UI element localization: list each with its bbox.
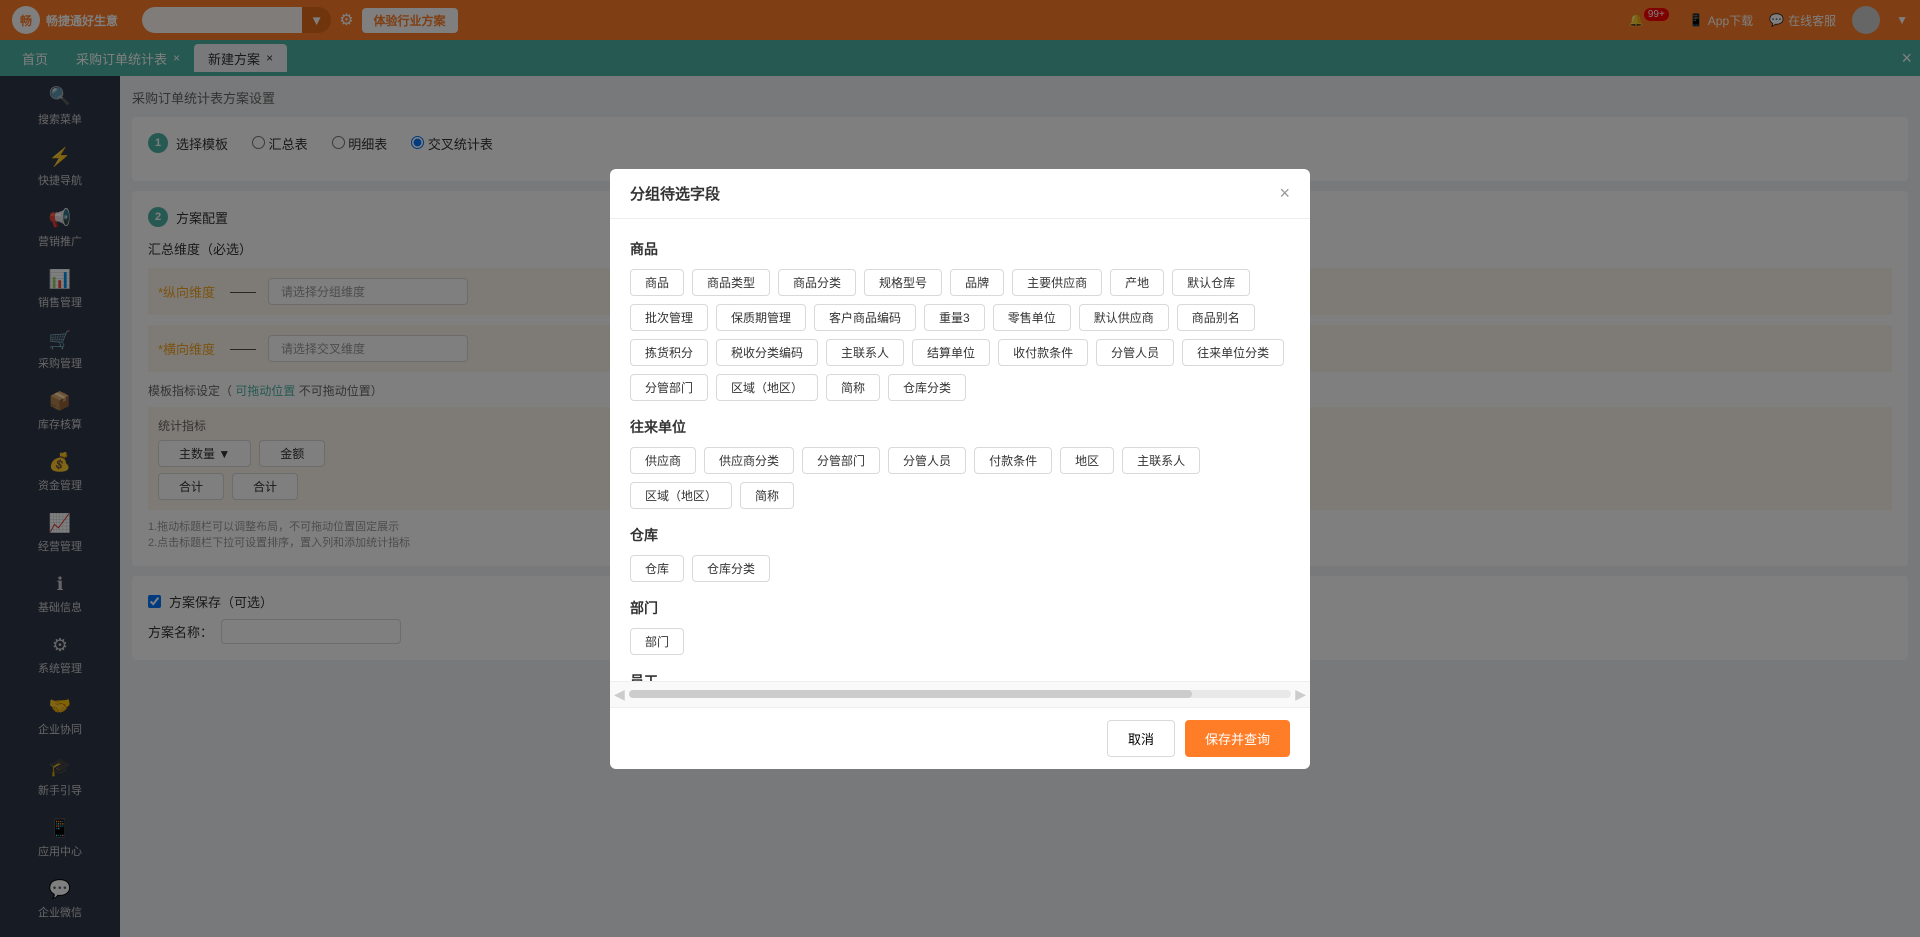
field-tag-origin[interactable]: 产地 [1110, 269, 1164, 296]
hscroll-thumb[interactable] [629, 690, 1192, 698]
modal-close-button[interactable]: × [1279, 183, 1290, 204]
save-query-button[interactable]: 保存并查询 [1185, 720, 1290, 757]
field-tag-department[interactable]: 部门 [630, 628, 684, 655]
field-tag-expiry-mgmt[interactable]: 保质期管理 [716, 304, 806, 331]
modal-hscroll-bar: ◀ ▶ [610, 681, 1310, 707]
field-tag-warehouse-category[interactable]: 仓库分类 [888, 374, 966, 401]
field-tag-default-supplier[interactable]: 默认供应商 [1079, 304, 1169, 331]
modal-dialog: 分组待选字段 × 商品 商品 商品类型 商品分类 规格型号 品牌 主要供应商 产… [610, 169, 1310, 769]
field-tag-retail-unit[interactable]: 零售单位 [993, 304, 1071, 331]
field-tag-partner-contact[interactable]: 主联系人 [1122, 447, 1200, 474]
field-tag-settlement-unit[interactable]: 结算单位 [912, 339, 990, 366]
field-tag-product[interactable]: 商品 [630, 269, 684, 296]
modal-overlay: 分组待选字段 × 商品 商品 商品类型 商品分类 规格型号 品牌 主要供应商 产… [0, 0, 1920, 937]
field-tag-partner-supervisor[interactable]: 分管人员 [888, 447, 966, 474]
field-tag-partner-region[interactable]: 区域（地区） [630, 482, 732, 509]
field-tag-partner-category[interactable]: 往来单位分类 [1182, 339, 1284, 366]
field-tag-warehouse-cat[interactable]: 仓库分类 [692, 555, 770, 582]
field-tag-main-contact[interactable]: 主联系人 [826, 339, 904, 366]
field-tag-partner-dept[interactable]: 分管部门 [802, 447, 880, 474]
field-tag-main-supplier[interactable]: 主要供应商 [1012, 269, 1102, 296]
field-tag-weight[interactable]: 重量3 [924, 304, 985, 331]
field-tag-supplier[interactable]: 供应商 [630, 447, 696, 474]
field-tag-batch-mgmt[interactable]: 批次管理 [630, 304, 708, 331]
modal-header: 分组待选字段 × [610, 169, 1310, 219]
modal-footer: 取消 保存并查询 [610, 707, 1310, 769]
section-partner-fields: 供应商 供应商分类 分管部门 分管人员 付款条件 地区 主联系人 区域（地区） … [630, 447, 1290, 509]
hscroll-right-arrow[interactable]: ▶ [1295, 686, 1306, 703]
section-dept-fields: 部门 [630, 628, 1290, 655]
section-warehouse-fields: 仓库 仓库分类 [630, 555, 1290, 582]
field-tag-payment-condition[interactable]: 付款条件 [974, 447, 1052, 474]
field-tag-dept[interactable]: 分管部门 [630, 374, 708, 401]
field-tag-pick-points[interactable]: 拣货积分 [630, 339, 708, 366]
modal-body[interactable]: 商品 商品 商品类型 商品分类 规格型号 品牌 主要供应商 产地 默认仓库 批次… [610, 219, 1310, 681]
section-product-fields: 商品 商品类型 商品分类 规格型号 品牌 主要供应商 产地 默认仓库 批次管理 … [630, 269, 1290, 401]
field-tag-product-alias[interactable]: 商品别名 [1177, 304, 1255, 331]
section-product-title: 商品 [630, 239, 1290, 259]
field-tag-supplier-category[interactable]: 供应商分类 [704, 447, 794, 474]
field-tag-product-type[interactable]: 商品类型 [692, 269, 770, 296]
field-tag-partner-abbrev[interactable]: 简称 [740, 482, 794, 509]
hscroll-left-arrow[interactable]: ◀ [614, 686, 625, 703]
field-tag-region[interactable]: 区域（地区） [716, 374, 818, 401]
section-employee-title: 员工 [630, 671, 1290, 681]
modal-title: 分组待选字段 [630, 183, 720, 204]
section-partner-title: 往来单位 [630, 417, 1290, 437]
field-tag-product-category[interactable]: 商品分类 [778, 269, 856, 296]
section-warehouse-title: 仓库 [630, 525, 1290, 545]
field-tag-abbrev[interactable]: 简称 [826, 374, 880, 401]
field-tag-payment-terms[interactable]: 收付款条件 [998, 339, 1088, 366]
field-tag-warehouse-name[interactable]: 仓库 [630, 555, 684, 582]
field-tag-area[interactable]: 地区 [1060, 447, 1114, 474]
field-tag-default-warehouse[interactable]: 默认仓库 [1172, 269, 1250, 296]
field-tag-supervisor[interactable]: 分管人员 [1096, 339, 1174, 366]
section-dept-title: 部门 [630, 598, 1290, 618]
field-tag-tax-code[interactable]: 税收分类编码 [716, 339, 818, 366]
hscroll-track[interactable] [629, 690, 1291, 698]
field-tag-customer-code[interactable]: 客户商品编码 [814, 304, 916, 331]
field-tag-spec-model[interactable]: 规格型号 [864, 269, 942, 296]
field-tag-brand[interactable]: 品牌 [950, 269, 1004, 296]
cancel-button[interactable]: 取消 [1107, 720, 1175, 757]
